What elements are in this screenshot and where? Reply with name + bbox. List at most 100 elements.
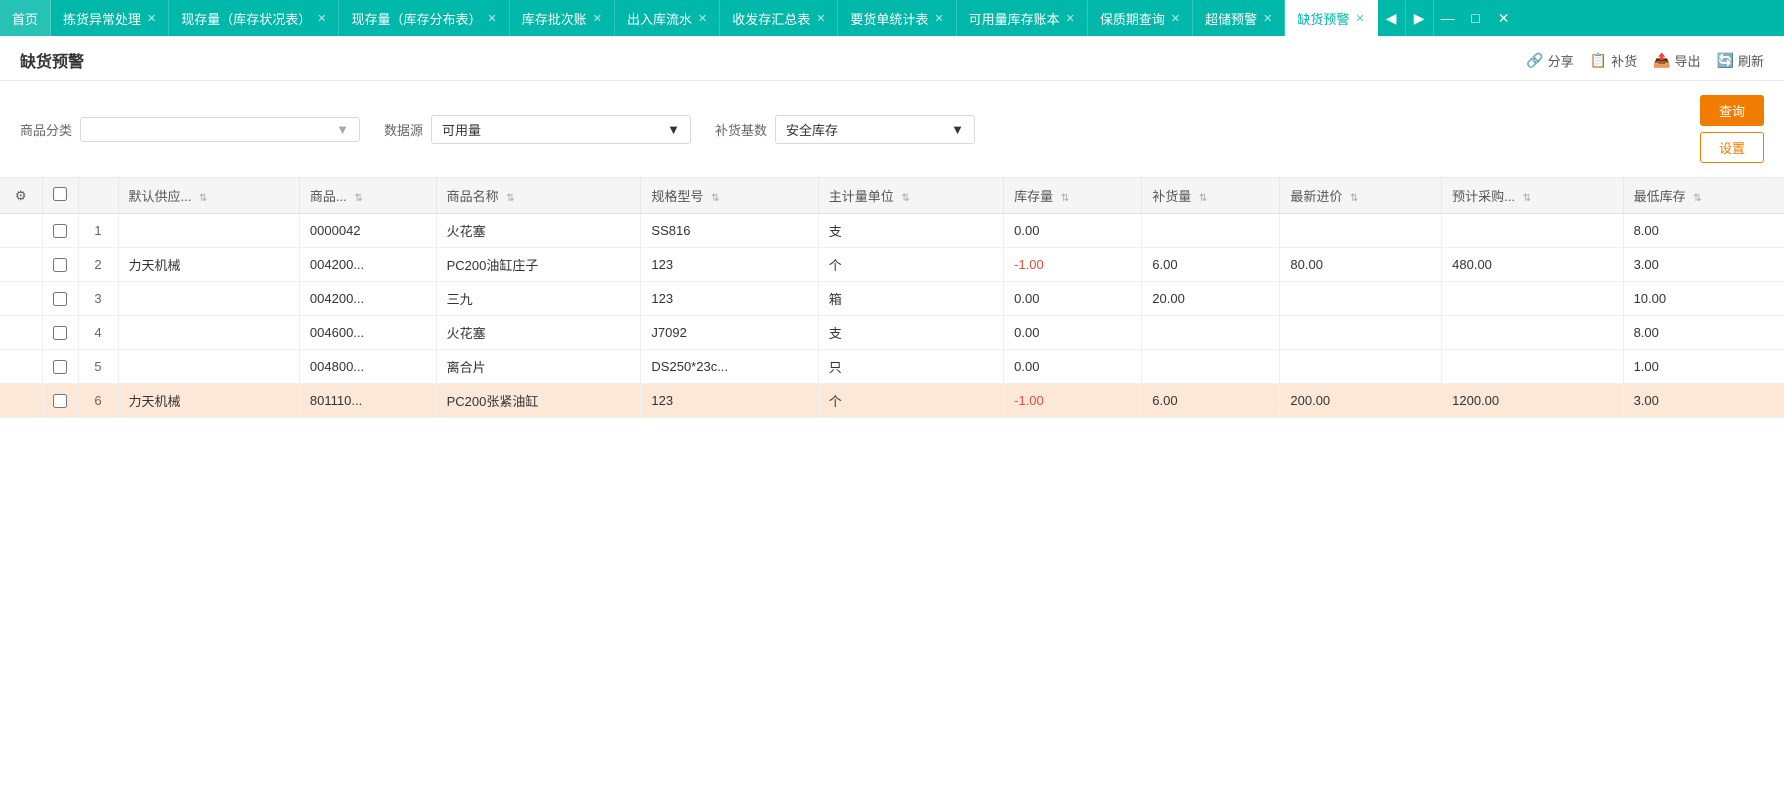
- row-checkbox-cell[interactable]: [42, 384, 78, 418]
- row-product-code: 004600...: [299, 316, 436, 350]
- datasource-label: 数据源: [384, 120, 423, 139]
- row-settings-cell[interactable]: [0, 384, 42, 418]
- row-reorder-qty: 6.00: [1142, 248, 1280, 282]
- row-checkbox-cell[interactable]: [42, 350, 78, 384]
- tab-receive-summary[interactable]: 收发存汇总表 ✕: [720, 0, 838, 36]
- col-reorder-qty-header[interactable]: 补货量 ⇅: [1142, 178, 1280, 214]
- tab-close-receive-summary[interactable]: ✕: [816, 12, 825, 25]
- col-spec-header[interactable]: 规格型号 ⇅: [641, 178, 818, 214]
- share-action[interactable]: 🔗 分享: [1526, 51, 1573, 70]
- col-checkbox-header[interactable]: [42, 178, 78, 214]
- tab-demand-stat[interactable]: 要货单统计表 ✕: [838, 0, 956, 36]
- row-product-code: 004200...: [299, 282, 436, 316]
- row-estimated-purchase: [1442, 282, 1623, 316]
- select-all-checkbox[interactable]: [53, 187, 67, 201]
- datasource-value: 可用量: [442, 120, 481, 139]
- row-settings-cell[interactable]: [0, 214, 42, 248]
- tab-close-batch-account[interactable]: ✕: [593, 12, 602, 25]
- row-settings-cell[interactable]: [0, 350, 42, 384]
- row-min-stock: 10.00: [1623, 282, 1784, 316]
- col-stock-label: 库存量: [1014, 189, 1053, 204]
- export-action[interactable]: 📤 导出: [1653, 51, 1700, 70]
- row-select-checkbox[interactable]: [53, 258, 67, 272]
- window-close-button[interactable]: ✕: [1490, 0, 1518, 36]
- tab-close-available-ledger[interactable]: ✕: [1066, 12, 1075, 25]
- col-unit-header[interactable]: 主计量单位 ⇅: [818, 178, 1003, 214]
- reorder-icon: 📋: [1590, 52, 1607, 69]
- row-checkbox-cell[interactable]: [42, 316, 78, 350]
- row-select-checkbox[interactable]: [53, 292, 67, 306]
- row-spec: 123: [641, 282, 818, 316]
- row-settings-cell[interactable]: [0, 282, 42, 316]
- tab-home[interactable]: 首页: [0, 0, 51, 36]
- tab-inout-flow[interactable]: 出入库流水 ✕: [615, 0, 720, 36]
- tab-close-inout-flow[interactable]: ✕: [698, 12, 707, 25]
- row-checkbox-cell[interactable]: [42, 214, 78, 248]
- row-product-code: 0000042: [299, 214, 436, 248]
- row-supplier: 力天机械: [118, 248, 299, 282]
- row-stock: -1.00: [1004, 248, 1142, 282]
- row-select-checkbox[interactable]: [53, 360, 67, 374]
- window-maximize-button[interactable]: □: [1462, 0, 1490, 36]
- tab-close-expiry-query[interactable]: ✕: [1171, 12, 1180, 25]
- tab-close-demand-stat[interactable]: ✕: [934, 12, 943, 25]
- tab-close-shortage[interactable]: ✕: [1355, 12, 1364, 25]
- row-stock: 0.00: [1004, 214, 1142, 248]
- row-product-name: 火花塞: [436, 214, 641, 248]
- col-settings-header[interactable]: ⚙: [0, 178, 42, 214]
- tab-close-inventory-status[interactable]: ✕: [317, 12, 326, 25]
- reorder-filter-group: 补货基数 安全库存 ▼: [715, 115, 975, 144]
- refresh-action[interactable]: 🔄 刷新: [1717, 51, 1764, 70]
- tab-overstock[interactable]: 超储预警 ✕: [1193, 0, 1285, 36]
- refresh-icon: 🔄: [1717, 52, 1734, 69]
- col-stock-header[interactable]: 库存量 ⇅: [1004, 178, 1142, 214]
- row-checkbox-cell[interactable]: [42, 282, 78, 316]
- row-stock: 0.00: [1004, 282, 1142, 316]
- settings-button[interactable]: 设置: [1700, 132, 1764, 163]
- reorder-action[interactable]: 📋 补货: [1590, 51, 1637, 70]
- tab-inventory-dist[interactable]: 现存量（库存分布表） ✕: [339, 0, 509, 36]
- tab-close-exception[interactable]: ✕: [147, 12, 156, 25]
- row-number: 3: [78, 282, 118, 316]
- category-select[interactable]: ▼: [80, 117, 360, 142]
- col-product-code-header[interactable]: 商品... ⇅: [299, 178, 436, 214]
- tab-next-button[interactable]: ▶: [1406, 0, 1434, 36]
- row-settings-cell[interactable]: [0, 248, 42, 282]
- reorder-arrow-icon: ▼: [951, 122, 964, 137]
- window-minimize-button[interactable]: —: [1434, 0, 1462, 36]
- category-filter-group: 商品分类 ▼: [20, 117, 360, 142]
- row-supplier: 力天机械: [118, 384, 299, 418]
- row-unit: 只: [818, 350, 1003, 384]
- col-min-stock-header[interactable]: 最低库存 ⇅: [1623, 178, 1784, 214]
- col-latest-price-header[interactable]: 最新进价 ⇅: [1280, 178, 1442, 214]
- col-product-name-header[interactable]: 商品名称 ⇅: [436, 178, 641, 214]
- datasource-select[interactable]: 可用量 ▼: [431, 115, 691, 144]
- row-latest-price: 80.00: [1280, 248, 1442, 282]
- row-select-checkbox[interactable]: [53, 224, 67, 238]
- row-settings-cell[interactable]: [0, 316, 42, 350]
- reorder-select[interactable]: 安全库存 ▼: [775, 115, 975, 144]
- col-spec-label: 规格型号: [651, 189, 703, 204]
- col-supplier-header[interactable]: 默认供应... ⇅: [118, 178, 299, 214]
- tab-inventory-status[interactable]: 现存量（库存状况表） ✕: [169, 0, 339, 36]
- row-select-checkbox[interactable]: [53, 394, 67, 408]
- row-unit: 支: [818, 316, 1003, 350]
- tab-exception[interactable]: 拣货异常处理 ✕: [51, 0, 169, 36]
- query-button[interactable]: 查询: [1700, 95, 1764, 126]
- col-latest-price-label: 最新进价: [1290, 189, 1342, 204]
- tab-batch-account[interactable]: 库存批次账 ✕: [510, 0, 615, 36]
- col-estimated-purchase-header[interactable]: 预计采购... ⇅: [1442, 178, 1623, 214]
- tab-close-inventory-dist[interactable]: ✕: [488, 12, 497, 25]
- tab-close-overstock[interactable]: ✕: [1263, 12, 1272, 25]
- row-min-stock: 3.00: [1623, 248, 1784, 282]
- tab-shortage[interactable]: 缺货预警 ✕: [1285, 0, 1377, 36]
- row-number: 1: [78, 214, 118, 248]
- row-supplier: [118, 214, 299, 248]
- row-select-checkbox[interactable]: [53, 326, 67, 340]
- row-number: 6: [78, 384, 118, 418]
- row-checkbox-cell[interactable]: [42, 248, 78, 282]
- tab-available-ledger[interactable]: 可用量库存账本 ✕: [957, 0, 1088, 36]
- tab-expiry-query[interactable]: 保质期查询 ✕: [1088, 0, 1193, 36]
- tab-prev-button[interactable]: ◀: [1378, 0, 1406, 36]
- settings-icon: ⚙: [15, 188, 27, 203]
